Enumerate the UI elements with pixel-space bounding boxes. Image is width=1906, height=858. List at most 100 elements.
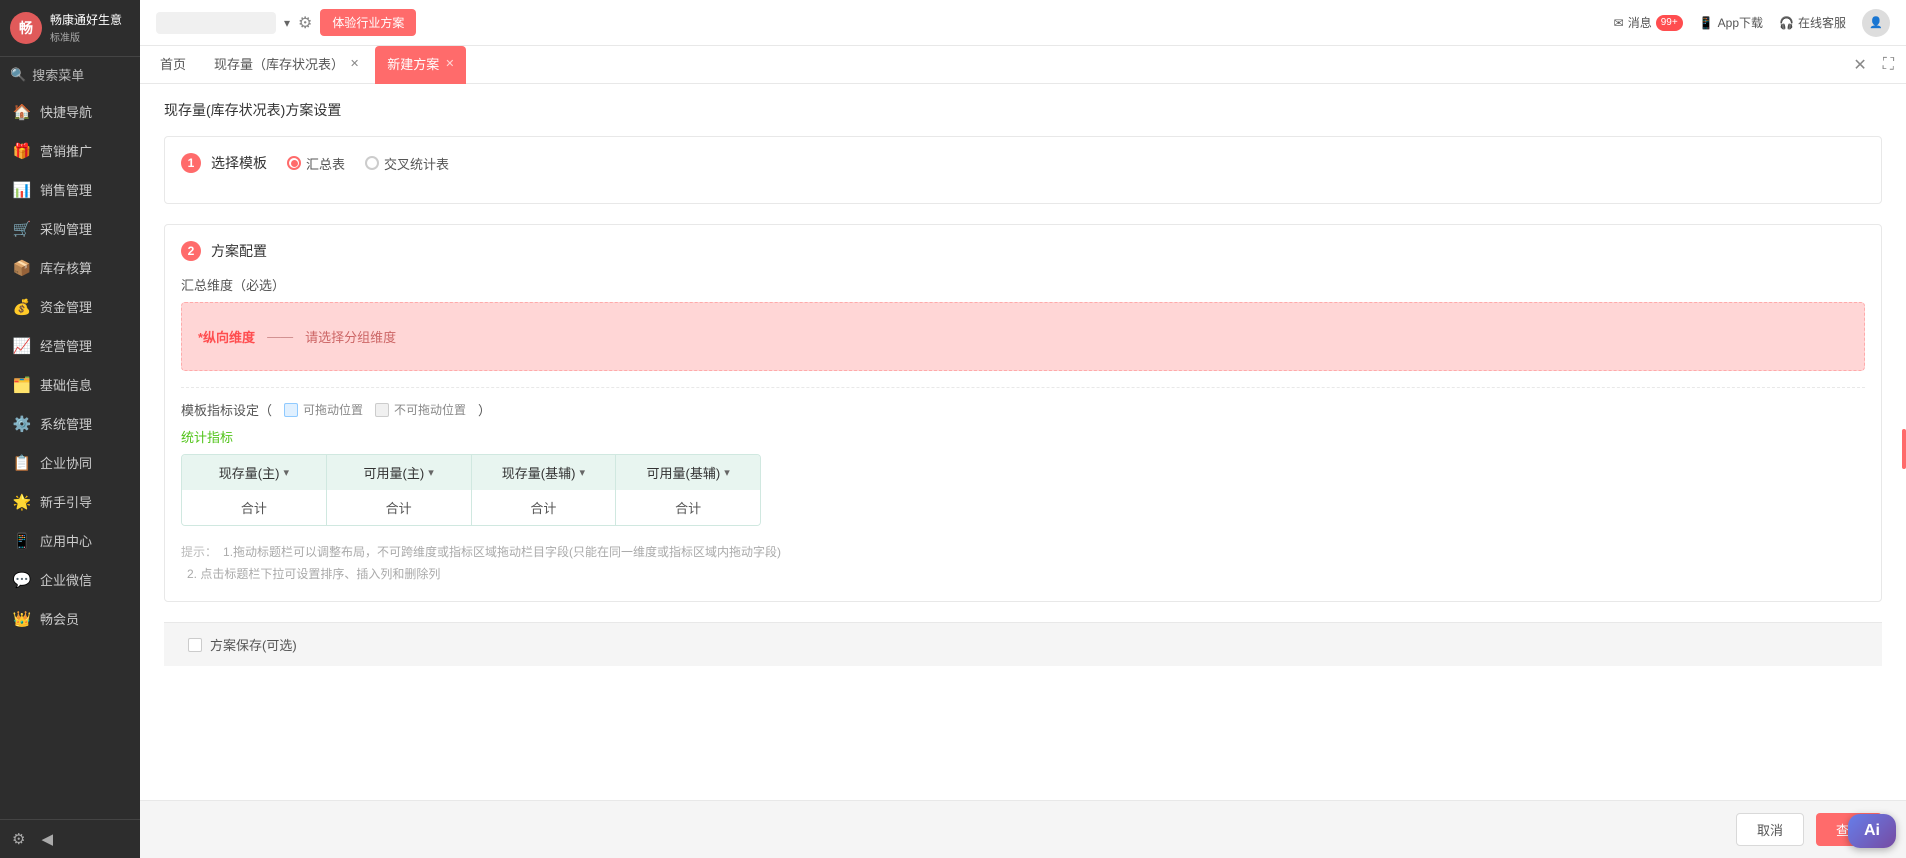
avatar[interactable]: 👤	[1862, 9, 1890, 37]
collapse-icon[interactable]: ◀	[41, 830, 53, 848]
tip-row-1: 2. 点击标题栏下拉可设置排序、插入列和删除列	[181, 564, 1865, 586]
quick-nav-icon: 🏠	[12, 103, 32, 121]
sidebar-item-label: 营销推广	[40, 141, 92, 160]
inventory-status-close-icon[interactable]: ✕	[350, 57, 359, 70]
app-download-label: App下载	[1718, 14, 1763, 31]
stats-table: 现存量(主) ▾ 可用量(主) ▾ 现存量(基辅) ▾ 可用量(基辅)	[181, 454, 761, 526]
sidebar-search[interactable]: 🔍 搜索菜单	[0, 57, 140, 92]
topbar-gear-icon[interactable]: ⚙	[298, 13, 312, 33]
radio-summary-label: 汇总表	[306, 154, 345, 173]
col2-dropdown-icon[interactable]: ▾	[579, 466, 585, 479]
home-tab-label: 首页	[160, 54, 186, 73]
radio-summary[interactable]: 汇总表	[287, 154, 345, 173]
message-button[interactable]: ✉ 消息 99+	[1614, 14, 1683, 31]
sidebar-item-purchase[interactable]: 🛒 采购管理	[0, 209, 140, 248]
topbar-dropdown-icon[interactable]: ▾	[284, 16, 290, 30]
sidebar-item-member[interactable]: 👑 畅会员	[0, 599, 140, 638]
sidebar-item-system[interactable]: ⚙️ 系统管理	[0, 404, 140, 443]
stats-body-col-2: 合计	[472, 490, 617, 525]
template-radio-group: 汇总表 交叉统计表	[287, 154, 449, 173]
save-label: 方案保存(可选)	[210, 635, 297, 654]
finance-icon: 💰	[12, 298, 32, 316]
search-icon: 🔍	[10, 67, 26, 83]
message-badge: 99+	[1656, 15, 1683, 31]
new-scheme-close-icon[interactable]: ✕	[445, 57, 454, 70]
topbar-right: ✉ 消息 99+ 📱 App下载 🎧 在线客服 👤	[1614, 9, 1890, 37]
tips-box: 提示： 1.拖动标题栏可以调整布局，不可跨维度或指标区域拖动栏目字段(只能在同一…	[181, 542, 1865, 585]
sidebar-item-app-center[interactable]: 📱 应用中心	[0, 521, 140, 560]
sidebar-item-finance[interactable]: 💰 资金管理	[0, 287, 140, 326]
sidebar-nav: 🏠 快捷导航 🎁 营销推广 📊 销售管理 🛒 采购管理 📦 库存核算 💰 资金管…	[0, 92, 140, 819]
tabs-bar: 首页 现存量（库存状况表） ✕ 新建方案 ✕ ✕ ⛶	[140, 46, 1906, 84]
stats-body-col-0: 合计	[182, 490, 327, 525]
sidebar-item-label: 库存核算	[40, 258, 92, 277]
sidebar-item-inventory[interactable]: 📦 库存核算	[0, 248, 140, 287]
step2-badge: 2	[181, 241, 201, 261]
ai-button[interactable]: Ai	[1848, 814, 1896, 848]
sidebar-item-label: 资金管理	[40, 297, 92, 316]
step1-title: 选择模板	[211, 153, 267, 173]
sidebar-item-wechat[interactable]: 💬 企业微信	[0, 560, 140, 599]
draggable-box	[284, 403, 298, 417]
stats-col-3[interactable]: 可用量(基辅) ▾	[616, 455, 760, 490]
col3-dropdown-icon[interactable]: ▾	[724, 466, 730, 479]
sidebar-item-label: 快捷导航	[40, 102, 92, 121]
stats-col-1[interactable]: 可用量(主) ▾	[327, 455, 472, 490]
col1-dropdown-icon[interactable]: ▾	[428, 466, 434, 479]
summary-dim-label: 汇总维度（必选）	[181, 275, 1865, 294]
sidebar-item-label: 系统管理	[40, 414, 92, 433]
col0-dropdown-icon[interactable]: ▾	[283, 466, 289, 479]
cancel-button[interactable]: 取消	[1736, 813, 1804, 846]
sidebar-item-enterprise[interactable]: 📋 企业协同	[0, 443, 140, 482]
system-icon: ⚙️	[12, 415, 32, 433]
stats-col-2[interactable]: 现存量(基辅) ▾	[472, 455, 617, 490]
settings-icon[interactable]: ⚙	[12, 830, 25, 848]
trial-button[interactable]: 体验行业方案	[320, 9, 416, 36]
tab-inventory-status[interactable]: 现存量（库存状况表） ✕	[202, 46, 371, 84]
stats-col-3-label: 可用量(基辅)	[647, 463, 721, 482]
logo-icon: 畅	[10, 12, 42, 44]
search-label: 搜索菜单	[32, 65, 84, 84]
radio-cross[interactable]: 交叉统计表	[365, 154, 449, 173]
tip-text-1: 2. 点击标题栏下拉可设置排序、插入列和删除列	[187, 564, 440, 586]
save-checkbox[interactable]	[188, 638, 202, 652]
tabs-controls: ✕ ⛶	[1849, 51, 1898, 79]
non-draggable-box	[375, 403, 389, 417]
inventory-icon: 📦	[12, 259, 32, 277]
path-input[interactable]	[156, 12, 276, 34]
sidebar-item-marketing[interactable]: 🎁 营销推广	[0, 131, 140, 170]
member-icon: 👑	[12, 610, 32, 628]
sidebar-item-sales[interactable]: 📊 销售管理	[0, 170, 140, 209]
logo-name: 畅康通好生意	[50, 12, 122, 29]
indicators-label: 模板指标设定（ 可拖动位置 不可拖动位置 ）	[181, 400, 1865, 419]
dim-required-label: *纵向维度	[198, 327, 255, 346]
tab-close-button[interactable]: ✕	[1849, 51, 1870, 79]
save-option: 方案保存(可选)	[164, 622, 1882, 666]
tab-expand-button[interactable]: ⛶	[1879, 52, 1898, 78]
sidebar-item-basic-info[interactable]: 🗂️ 基础信息	[0, 365, 140, 404]
headset-icon: 🎧	[1779, 16, 1794, 30]
tab-home[interactable]: 首页	[148, 46, 198, 84]
sidebar-item-quick-nav[interactable]: 🏠 快捷导航	[0, 92, 140, 131]
app-download-button[interactable]: 📱 App下载	[1699, 14, 1763, 31]
guide-icon: 🌟	[12, 493, 32, 511]
sidebar-item-label: 基础信息	[40, 375, 92, 394]
sidebar-item-operations[interactable]: 📈 经营管理	[0, 326, 140, 365]
tip-text-0: 1.拖动标题栏可以调整布局，不可跨维度或指标区域拖动栏目字段(只能在同一维度或指…	[223, 542, 781, 564]
purchase-icon: 🛒	[12, 220, 32, 238]
dim-selection-box[interactable]: *纵向维度 —— 请选择分组维度	[181, 302, 1865, 371]
tab-new-scheme[interactable]: 新建方案 ✕	[375, 46, 466, 84]
online-service-button[interactable]: 🎧 在线客服	[1779, 14, 1846, 31]
sidebar-item-label: 应用中心	[40, 531, 92, 550]
basic-info-icon: 🗂️	[12, 376, 32, 394]
enterprise-icon: 📋	[12, 454, 32, 472]
stats-col-0[interactable]: 现存量(主) ▾	[182, 455, 327, 490]
message-label: 消息	[1628, 14, 1652, 31]
section-scheme-config: 2 方案配置 汇总维度（必选） *纵向维度 —— 请选择分组维度 模板指标设定（	[164, 224, 1882, 602]
sidebar-item-guide[interactable]: 🌟 新手引导	[0, 482, 140, 521]
bottom-bar: 取消 查询	[140, 800, 1906, 858]
sidebar-item-label: 企业微信	[40, 570, 92, 589]
sidebar-bottom: ⚙ ◀	[0, 819, 140, 858]
online-service-label: 在线客服	[1798, 14, 1846, 31]
stats-table-body: 合计 合计 合计 合计	[182, 490, 760, 525]
